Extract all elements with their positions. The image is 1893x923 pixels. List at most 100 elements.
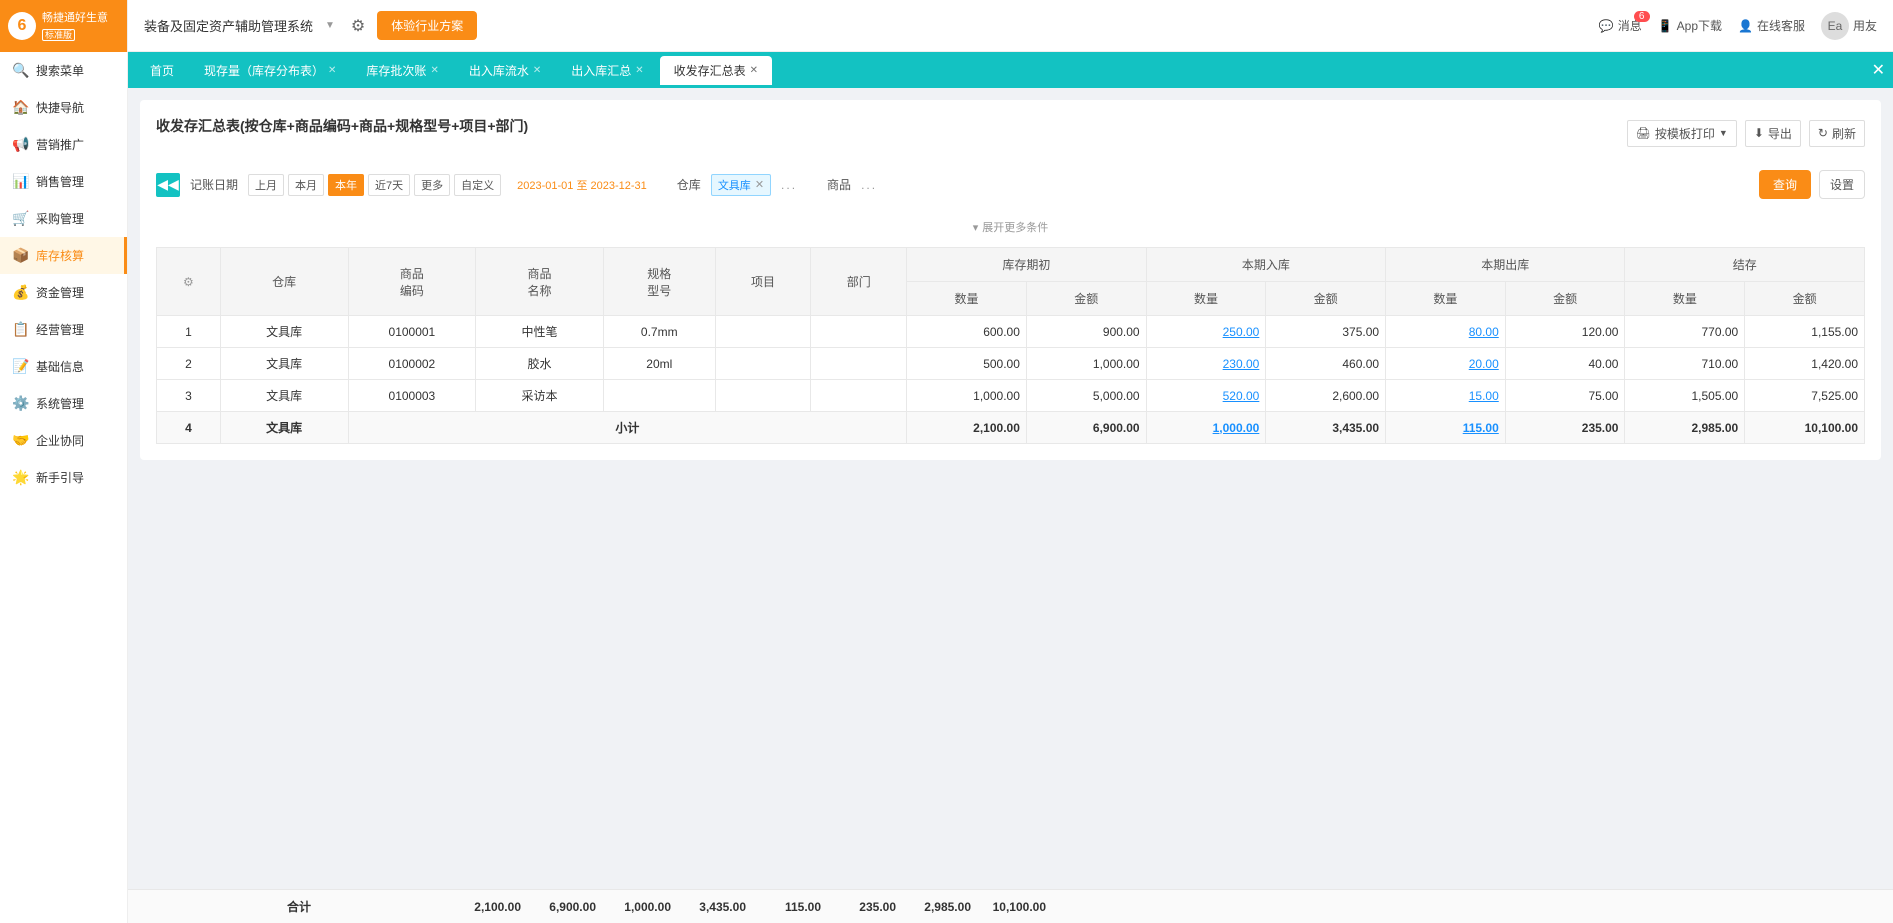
warehouse-more-dots[interactable]: ...	[781, 178, 797, 192]
enterprise-icon: 🤝	[12, 432, 30, 449]
sidebar-item-guide[interactable]: 🌟 新手引导	[0, 459, 127, 496]
filter-settings-button[interactable]: 设置	[1819, 170, 1865, 199]
sidebar-item-label: 快捷导航	[36, 99, 84, 116]
print-icon: 🖨	[1636, 126, 1651, 140]
sidebar-item-marketing[interactable]: 📢 营销推广	[0, 126, 127, 163]
message-icon: 💬	[1599, 19, 1614, 33]
close-all-tabs-button[interactable]: ✕	[1872, 60, 1885, 80]
subtotal-out-qty[interactable]: 115.00	[1386, 412, 1506, 444]
date-btn-custom[interactable]: 自定义	[454, 174, 501, 196]
system-icon: ⚙️	[12, 395, 30, 412]
sidebar-item-finance[interactable]: 💰 资金管理	[0, 274, 127, 311]
page-card: 收发存汇总表(按仓库+商品编码+商品+规格型号+项目+部门) 🖨 按模板打印 ▼…	[140, 100, 1881, 460]
th-in-amt: 金额	[1266, 282, 1386, 316]
row2-in-qty[interactable]: 230.00	[1146, 348, 1266, 380]
th-in-qty: 数量	[1146, 282, 1266, 316]
tab-close-icon[interactable]: ✕	[750, 65, 758, 76]
tab-close-icon[interactable]: ✕	[328, 65, 336, 76]
row2-project	[715, 348, 811, 380]
sidebar-item-inventory[interactable]: 📦 库存核算	[0, 237, 127, 274]
sidebar-item-operations[interactable]: 📋 经营管理	[0, 311, 127, 348]
th-group-balance: 结存	[1625, 248, 1865, 282]
expand-conditions-button[interactable]: ▾ 展开更多条件	[973, 219, 1049, 235]
refresh-button[interactable]: ↻ 刷新	[1809, 120, 1865, 147]
date-btn-this-year[interactable]: 本年	[328, 174, 364, 196]
row2-name: 胶水	[476, 348, 604, 380]
tab-inventory-dist-label: 现存量（库存分布表）	[204, 62, 324, 79]
date-btn-this-month[interactable]: 本月	[288, 174, 324, 196]
subtotal-in-amt: 3,435.00	[1266, 412, 1386, 444]
tab-batch-ledger[interactable]: 库存批次账 ✕	[352, 56, 452, 85]
subtotal-in-qty[interactable]: 1,000.00	[1146, 412, 1266, 444]
th-goods-name: 商品名称	[476, 248, 604, 316]
date-btn-more[interactable]: 更多	[414, 174, 450, 196]
date-btn-7days[interactable]: 近7天	[368, 174, 410, 196]
sidebar-item-purchase[interactable]: 🛒 采购管理	[0, 200, 127, 237]
gear-icon[interactable]: ⚙	[351, 16, 365, 36]
message-item[interactable]: 💬 消息 6	[1599, 17, 1642, 34]
query-button[interactable]: 查询	[1759, 170, 1811, 199]
sidebar-item-label: 经营管理	[36, 321, 84, 338]
row3-in-qty[interactable]: 520.00	[1146, 380, 1266, 412]
row3-opening-qty: 1,000.00	[907, 380, 1027, 412]
subtotal-balance-amt: 10,100.00	[1745, 412, 1865, 444]
row1-opening-qty: 600.00	[907, 316, 1027, 348]
tab-inout-summary[interactable]: 出入库汇总 ✕	[557, 56, 657, 85]
download-icon: 📱	[1658, 19, 1673, 33]
row1-warehouse: 文具库	[220, 316, 348, 348]
total-out-qty: 115.00	[754, 900, 829, 914]
th-dept: 部门	[811, 248, 907, 316]
th-settings: ⚙	[157, 248, 221, 316]
service-icon: 👤	[1738, 19, 1753, 33]
sidebar-item-quick-nav[interactable]: 🏠 快捷导航	[0, 89, 127, 126]
row1-in-amt: 375.00	[1266, 316, 1386, 348]
tabs-bar: 首页 现存量（库存分布表） ✕ 库存批次账 ✕ 出入库流水 ✕ 出入库汇总 ✕ …	[128, 52, 1893, 88]
warehouse-filter-tag: 文具库 ✕	[711, 174, 771, 196]
table-row: 3 文具库 0100003 采访本 1,000.00 5,000.00 520.…	[157, 380, 1865, 412]
subtotal-label: 小计	[348, 412, 907, 444]
filter-collapse-button[interactable]: ◀◀	[156, 173, 180, 197]
user-label: 用友	[1853, 17, 1877, 34]
row2-code: 0100002	[348, 348, 476, 380]
tab-close-icon[interactable]: ✕	[430, 65, 438, 76]
row3-seq: 3	[157, 380, 221, 412]
table-settings-icon[interactable]: ⚙	[183, 275, 194, 289]
warehouse-tag-close[interactable]: ✕	[755, 178, 764, 191]
tab-home[interactable]: 首页	[136, 56, 188, 85]
online-service-item[interactable]: 👤 在线客服	[1738, 17, 1805, 34]
goods-more-dots[interactable]: ...	[861, 178, 877, 192]
export-button[interactable]: ⬇ 导出	[1745, 120, 1801, 147]
row2-opening-amt: 1,000.00	[1026, 348, 1146, 380]
sidebar-item-system[interactable]: ⚙️ 系统管理	[0, 385, 127, 422]
tab-close-icon[interactable]: ✕	[533, 65, 541, 76]
experience-button[interactable]: 体验行业方案	[377, 11, 477, 40]
tab-inventory-dist[interactable]: 现存量（库存分布表） ✕	[190, 56, 350, 85]
print-button[interactable]: 🖨 按模板打印 ▼	[1627, 120, 1737, 147]
sidebar-item-enterprise[interactable]: 🤝 企业协同	[0, 422, 127, 459]
row2-out-qty[interactable]: 20.00	[1386, 348, 1506, 380]
sidebar-item-sales[interactable]: 📊 销售管理	[0, 163, 127, 200]
tab-inout-flow[interactable]: 出入库流水 ✕	[455, 56, 555, 85]
sidebar-item-label: 系统管理	[36, 395, 84, 412]
chevron-down-icon: ▼	[1719, 128, 1728, 138]
tab-close-icon[interactable]: ✕	[635, 65, 643, 76]
row3-out-qty[interactable]: 15.00	[1386, 380, 1506, 412]
date-btn-last-month[interactable]: 上月	[248, 174, 284, 196]
user-item[interactable]: Ea 用友	[1821, 12, 1877, 40]
tab-collect-summary[interactable]: 收发存汇总表 ✕	[660, 56, 772, 85]
row2-opening-qty: 500.00	[907, 348, 1027, 380]
sidebar-item-search[interactable]: 🔍 搜索菜单	[0, 52, 127, 89]
goods-filter-label: 商品	[827, 176, 851, 193]
th-out-qty: 数量	[1386, 282, 1506, 316]
row1-in-qty[interactable]: 250.00	[1146, 316, 1266, 348]
th-goods-code: 商品编码	[348, 248, 476, 316]
app-download-item[interactable]: 📱 App下载	[1658, 17, 1722, 34]
sidebar-item-basic[interactable]: 📝 基础信息	[0, 348, 127, 385]
total-balance-qty: 2,985.00	[904, 900, 979, 914]
row1-spec: 0.7mm	[603, 316, 715, 348]
row2-out-amt: 40.00	[1505, 348, 1625, 380]
row1-out-qty[interactable]: 80.00	[1386, 316, 1506, 348]
sidebar: 6 畅捷通好生意 标准版 🔍 搜索菜单 🏠 快捷导航 📢 营销推广 📊 销售管理…	[0, 0, 128, 923]
th-opening-amt: 金额	[1026, 282, 1146, 316]
row1-name: 中性笔	[476, 316, 604, 348]
